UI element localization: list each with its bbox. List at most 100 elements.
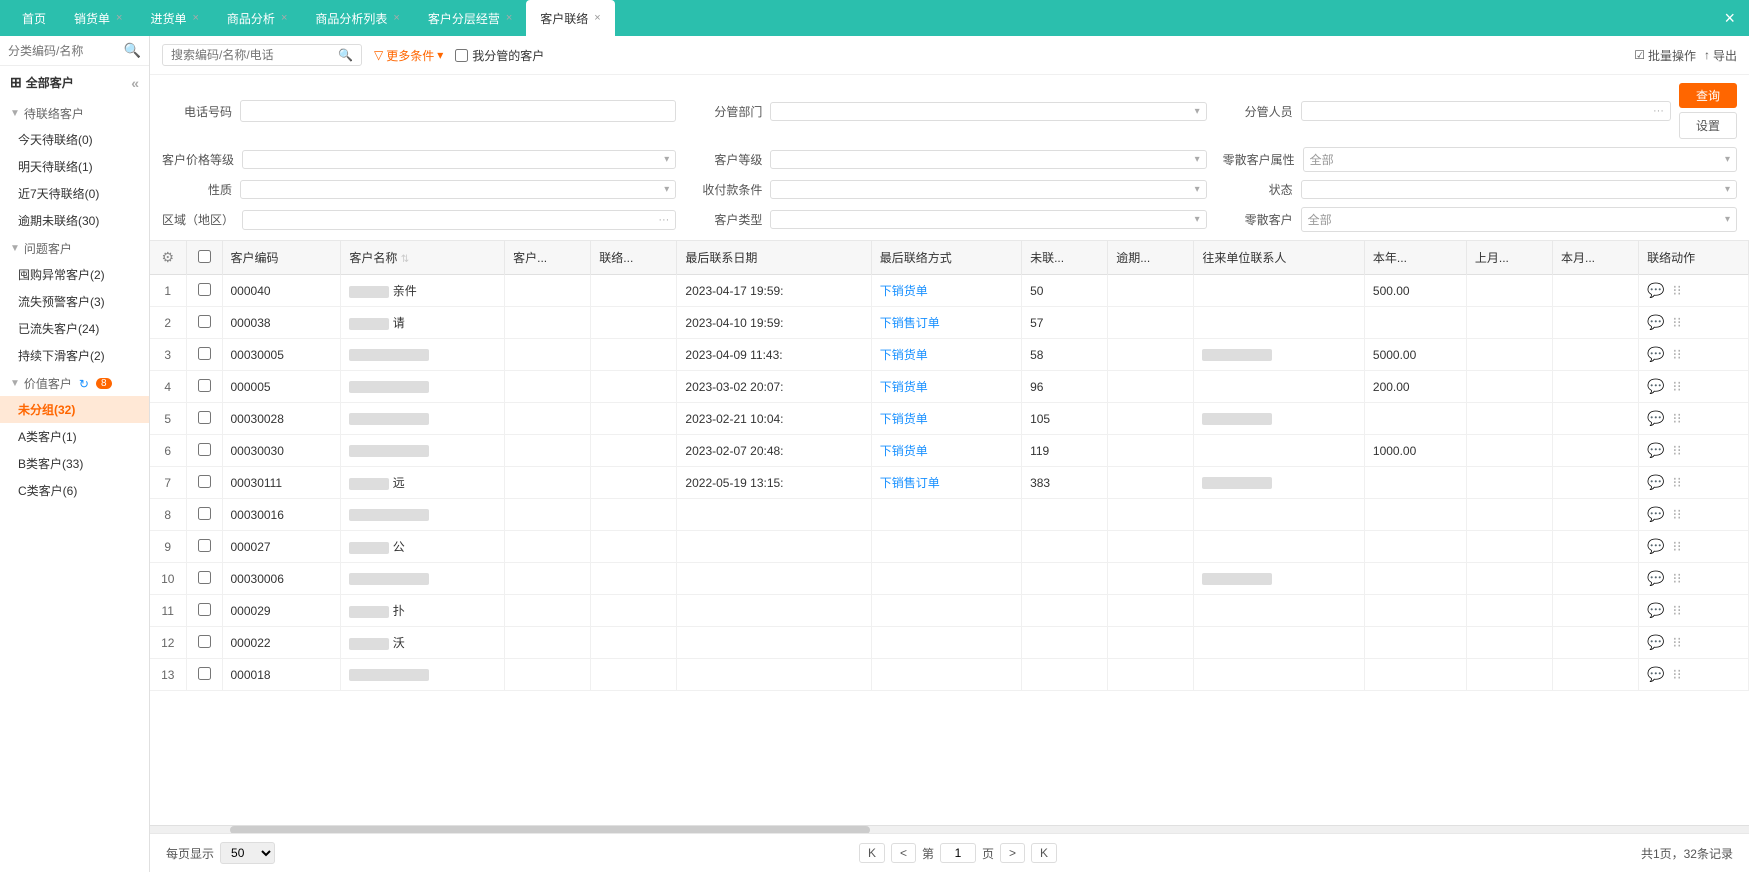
sidebar-search-icon[interactable]: 🔍 — [124, 42, 141, 59]
sidebar-item-7days-pending[interactable]: 近7天待联络(0) — [0, 180, 149, 207]
more-actions-icon[interactable]: ⁝⁝ — [1673, 314, 1682, 331]
chat-icon[interactable]: 💬 — [1647, 442, 1664, 459]
chat-icon[interactable]: 💬 — [1647, 474, 1664, 491]
tab-sales-close[interactable]: × — [116, 12, 122, 24]
row-last-method-link[interactable]: 下销货单 — [880, 412, 928, 426]
sidebar-all-customers[interactable]: ⊞ 全部客户 « — [0, 66, 149, 99]
first-page-button[interactable]: K — [859, 843, 885, 863]
chat-icon[interactable]: 💬 — [1647, 602, 1664, 619]
more-actions-icon[interactable]: ⁝⁝ — [1673, 282, 1682, 299]
sidebar-item-unclassified[interactable]: 未分组(32) — [0, 396, 149, 423]
tab-product-analysis-list-close[interactable]: × — [393, 12, 399, 24]
row-last-method-link[interactable]: 下销货单 — [880, 444, 928, 458]
row-checkbox[interactable] — [198, 475, 211, 488]
row-last-method-link[interactable]: 下销售订单 — [880, 476, 940, 490]
more-actions-icon[interactable]: ⁝⁝ — [1673, 378, 1682, 395]
search-input[interactable] — [171, 48, 332, 62]
filter-select-status[interactable]: ▾ — [1301, 180, 1737, 199]
filter-select-price-level[interactable]: ▾ — [242, 150, 676, 169]
col-settings[interactable]: ⚙ — [150, 241, 186, 275]
chat-icon[interactable]: 💬 — [1647, 410, 1664, 427]
collapse-icon[interactable]: « — [131, 75, 139, 91]
more-actions-icon[interactable]: ⁝⁝ — [1673, 346, 1682, 363]
row-last-method-link[interactable]: 下销货单 — [880, 380, 928, 394]
sidebar-group-problem-label[interactable]: ▼ 问题客户 — [0, 234, 149, 261]
row-checkbox[interactable] — [198, 603, 211, 616]
tab-purchase[interactable]: 进货单 × — [136, 0, 212, 36]
sidebar-item-class-b[interactable]: B类客户(33) — [0, 450, 149, 477]
my-customers-check[interactable] — [455, 49, 468, 62]
select-all-checkbox[interactable] — [198, 250, 211, 263]
settings-icon[interactable]: ⚙ — [161, 249, 174, 265]
more-actions-icon[interactable]: ⁝⁝ — [1673, 634, 1682, 651]
row-checkbox[interactable] — [198, 315, 211, 328]
tab-customer-segment[interactable]: 客户分层经营 × — [414, 0, 526, 36]
filter-select-dept[interactable]: ▾ — [770, 102, 1206, 121]
tab-product-analysis[interactable]: 商品分析 × — [213, 0, 301, 36]
chat-icon[interactable]: 💬 — [1647, 538, 1664, 555]
more-actions-icon[interactable]: ⁝⁝ — [1673, 506, 1682, 523]
batch-ops-button[interactable]: ☑ 批量操作 — [1634, 47, 1696, 64]
row-checkbox[interactable] — [198, 635, 211, 648]
row-last-method-link[interactable]: 下销货单 — [880, 348, 928, 362]
tab-purchase-close[interactable]: × — [192, 12, 198, 24]
sidebar-item-overdue-pending[interactable]: 逾期未联络(30) — [0, 207, 149, 234]
more-actions-icon[interactable]: ⁝⁝ — [1673, 538, 1682, 555]
row-checkbox[interactable] — [198, 571, 211, 584]
filter-select-region[interactable]: ··· — [242, 210, 676, 230]
filter-select-customer-type[interactable]: ▾ — [770, 210, 1206, 229]
tab-customer-segment-close[interactable]: × — [506, 12, 512, 24]
more-actions-icon[interactable]: ⁝⁝ — [1673, 570, 1682, 587]
chat-icon[interactable]: 💬 — [1647, 378, 1664, 395]
sidebar-search-input[interactable] — [8, 44, 120, 58]
more-conditions-button[interactable]: ▽ 更多条件 ▾ — [374, 47, 443, 64]
search-icon[interactable]: 🔍 — [338, 48, 353, 62]
tab-customer-contact[interactable]: 客户联络 × — [526, 0, 614, 36]
last-page-button[interactable]: K — [1031, 843, 1057, 863]
export-button[interactable]: ↑ 导出 — [1704, 47, 1737, 64]
chat-icon[interactable]: 💬 — [1647, 506, 1664, 523]
row-last-method-link[interactable]: 下销货单 — [880, 284, 928, 298]
filter-select-payment[interactable]: ▾ — [770, 180, 1206, 199]
col-checkbox[interactable] — [186, 241, 222, 275]
row-checkbox[interactable] — [198, 379, 211, 392]
chat-icon[interactable]: 💬 — [1647, 666, 1664, 683]
filter-select-retail-customer[interactable]: 全部 ▾ — [1301, 207, 1737, 232]
row-checkbox[interactable] — [198, 539, 211, 552]
tab-sales[interactable]: 销货单 × — [60, 0, 136, 36]
sidebar-item-today-pending[interactable]: 今天待联络(0) — [0, 126, 149, 153]
chat-icon[interactable]: 💬 — [1647, 570, 1664, 587]
tab-customer-contact-close[interactable]: × — [594, 12, 600, 24]
row-checkbox[interactable] — [198, 347, 211, 360]
chat-icon[interactable]: 💬 — [1647, 282, 1664, 299]
sidebar-item-churn-warning[interactable]: 流失预警客户(3) — [0, 288, 149, 315]
sidebar-item-class-c[interactable]: C类客户(6) — [0, 477, 149, 504]
filter-select-customer-level[interactable]: ▾ — [770, 150, 1206, 169]
filter-select-retail-attr[interactable]: 全部 ▾ — [1303, 147, 1737, 172]
tab-home[interactable]: 首页 — [8, 0, 60, 36]
sidebar-item-churned[interactable]: 已流失客户(24) — [0, 315, 149, 342]
page-size-select[interactable]: 50 20 100 — [220, 842, 275, 864]
tab-product-analysis-close[interactable]: × — [281, 12, 287, 24]
page-number-input[interactable] — [940, 843, 976, 863]
chat-icon[interactable]: 💬 — [1647, 634, 1664, 651]
more-actions-icon[interactable]: ⁝⁝ — [1673, 666, 1682, 683]
tab-product-analysis-list[interactable]: 商品分析列表 × — [301, 0, 413, 36]
row-checkbox[interactable] — [198, 283, 211, 296]
prev-page-button[interactable]: < — [891, 843, 916, 863]
sidebar-group-pending-label[interactable]: ▼ 待联络客户 — [0, 99, 149, 126]
sidebar-group-value-label[interactable]: ▼ 价值客户 ↻ 8 — [0, 369, 149, 396]
row-last-method-link[interactable]: 下销售订单 — [880, 316, 940, 330]
filter-input-phone[interactable] — [240, 100, 676, 122]
row-checkbox[interactable] — [198, 667, 211, 680]
next-page-button[interactable]: > — [1000, 843, 1025, 863]
refresh-icon[interactable]: ↻ — [79, 377, 89, 391]
reset-button[interactable]: 设置 — [1679, 112, 1737, 139]
query-button[interactable]: 查询 — [1679, 83, 1737, 108]
more-actions-icon[interactable]: ⁝⁝ — [1673, 474, 1682, 491]
more-actions-icon[interactable]: ⁝⁝ — [1673, 410, 1682, 427]
sidebar-item-hoarding-abnormal[interactable]: 囤购异常客户(2) — [0, 261, 149, 288]
sidebar-item-tomorrow-pending[interactable]: 明天待联络(1) — [0, 153, 149, 180]
more-actions-icon[interactable]: ⁝⁝ — [1673, 442, 1682, 459]
row-checkbox[interactable] — [198, 411, 211, 424]
